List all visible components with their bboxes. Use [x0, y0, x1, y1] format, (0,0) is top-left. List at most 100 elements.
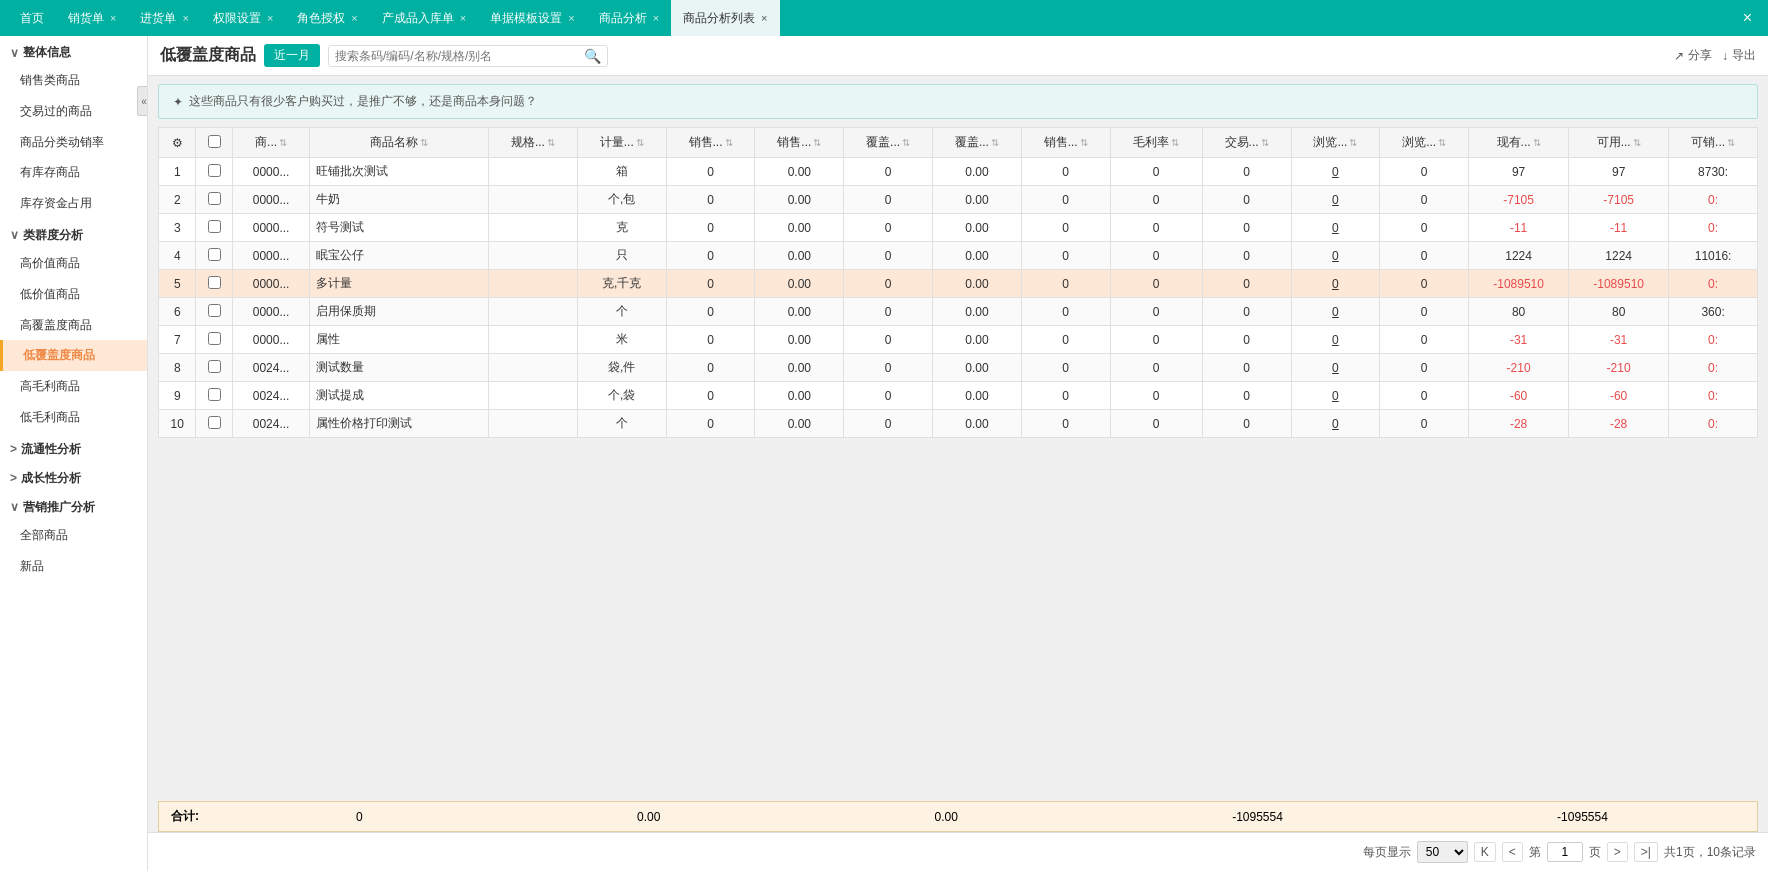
search-icon[interactable]: 🔍 [584, 48, 601, 64]
nav-item-purchase[interactable]: 进货单 × [128, 0, 200, 36]
row-browse1[interactable]: 0 [1291, 382, 1380, 410]
col-stock-cur[interactable]: 现有...⇅ [1469, 128, 1569, 158]
sidebar-item-stock-capital[interactable]: 库存资金占用 [0, 188, 147, 219]
sidebar-item-high-coverage[interactable]: 高覆盖度商品 [0, 310, 147, 341]
col-checkbox[interactable] [196, 128, 233, 158]
nav-item-permissions[interactable]: 权限设置 × [201, 0, 285, 36]
col-cover1[interactable]: 覆盖...⇅ [844, 128, 933, 158]
row-browse1[interactable]: 0 [1291, 214, 1380, 242]
col-stock-sale[interactable]: 可销...⇅ [1669, 128, 1758, 158]
browse-link[interactable]: 0 [1332, 389, 1339, 403]
nav-close-roles[interactable]: × [351, 12, 357, 24]
sidebar-item-high-profit[interactable]: 高毛利商品 [0, 371, 147, 402]
select-all-checkbox[interactable] [208, 135, 221, 148]
table-row[interactable]: 7 0000... 属性 米 0 0.00 0 0.00 0 0 0 0 0 -… [159, 326, 1758, 354]
table-row[interactable]: 4 0000... 眠宝公仔 只 0 0.00 0 0.00 0 0 0 0 0… [159, 242, 1758, 270]
last-page-button[interactable]: >| [1634, 842, 1658, 862]
first-page-button[interactable]: K [1474, 842, 1496, 862]
row-browse1[interactable]: 0 [1291, 326, 1380, 354]
row-browse1[interactable]: 0 [1291, 242, 1380, 270]
browse-link[interactable]: 0 [1332, 333, 1339, 347]
row-browse1[interactable]: 0 [1291, 270, 1380, 298]
col-browse2[interactable]: 浏览...⇅ [1380, 128, 1469, 158]
next-page-button[interactable]: > [1607, 842, 1628, 862]
table-row[interactable]: 3 0000... 符号测试 克 0 0.00 0 0.00 0 0 0 0 0… [159, 214, 1758, 242]
row-checkbox[interactable] [196, 242, 233, 270]
table-row[interactable]: 2 0000... 牛奶 个,包 0 0.00 0 0.00 0 0 0 0 0… [159, 186, 1758, 214]
sidebar-item-category-activity[interactable]: 商品分类动销率 [0, 127, 147, 158]
browse-link[interactable]: 0 [1332, 305, 1339, 319]
row-checkbox[interactable] [196, 382, 233, 410]
row-checkbox[interactable] [196, 326, 233, 354]
col-stock-avail[interactable]: 可用...⇅ [1569, 128, 1669, 158]
nav-close-production[interactable]: × [460, 12, 466, 24]
nav-close-template[interactable]: × [568, 12, 574, 24]
sidebar-group-flow[interactable]: > 流通性分析 [0, 433, 147, 462]
row-browse1[interactable]: 0 [1291, 186, 1380, 214]
sidebar-group-marketing[interactable]: ∨ 营销推广分析 [0, 491, 147, 520]
nav-item-roles[interactable]: 角色授权 × [285, 0, 369, 36]
col-spec[interactable]: 规格...⇅ [489, 128, 578, 158]
share-button[interactable]: ↗ 分享 [1674, 47, 1712, 64]
row-checkbox[interactable] [196, 410, 233, 438]
sidebar-item-sales-products[interactable]: 销售类商品 [0, 65, 147, 96]
sidebar-item-low-coverage[interactable]: 低覆盖度商品 [0, 340, 147, 371]
page-number-input[interactable] [1547, 842, 1583, 862]
col-sales3[interactable]: 销售...⇅ [1021, 128, 1110, 158]
col-sales-qty[interactable]: 销售...⇅ [666, 128, 755, 158]
sidebar-item-traded-products[interactable]: 交易过的商品 [0, 96, 147, 127]
row-checkbox[interactable] [196, 214, 233, 242]
row-checkbox[interactable] [196, 186, 233, 214]
col-gross[interactable]: 毛利率⇅ [1110, 128, 1202, 158]
table-row[interactable]: 9 0024... 测试提成 个,袋 0 0.00 0 0.00 0 0 0 0… [159, 382, 1758, 410]
browse-link[interactable]: 0 [1332, 361, 1339, 375]
col-cover2[interactable]: 覆盖...⇅ [933, 128, 1022, 158]
browse-link[interactable]: 0 [1332, 165, 1339, 179]
row-browse1[interactable]: 0 [1291, 354, 1380, 382]
browse-link[interactable]: 0 [1332, 221, 1339, 235]
sidebar-item-low-profit[interactable]: 低毛利商品 [0, 402, 147, 433]
table-row[interactable]: 5 0000... 多计量 克,千克 0 0.00 0 0.00 0 0 0 0… [159, 270, 1758, 298]
nav-close-permissions[interactable]: × [267, 12, 273, 24]
sidebar-item-high-value[interactable]: 高价值商品 [0, 248, 147, 279]
sidebar-item-new-products[interactable]: 新品 [0, 551, 147, 582]
browse-link[interactable]: 0 [1332, 193, 1339, 207]
nav-close-all[interactable]: × [1735, 9, 1760, 27]
col-unit[interactable]: 计量...⇅ [577, 128, 666, 158]
nav-item-product-analysis[interactable]: 商品分析 × [587, 0, 671, 36]
export-button[interactable]: ↓ 导出 [1722, 47, 1756, 64]
row-checkbox[interactable] [196, 158, 233, 186]
nav-item-template[interactable]: 单据模板设置 × [478, 0, 586, 36]
period-button[interactable]: 近一月 [264, 44, 320, 67]
browse-link[interactable]: 0 [1332, 417, 1339, 431]
browse-link[interactable]: 0 [1332, 249, 1339, 263]
col-name[interactable]: 商品名称⇅ [309, 128, 488, 158]
table-row[interactable]: 8 0024... 测试数量 袋,件 0 0.00 0 0.00 0 0 0 0… [159, 354, 1758, 382]
sidebar-group-overall[interactable]: ∨ 整体信息 [0, 36, 147, 65]
table-wrapper[interactable]: ⚙ 商...⇅ 商品名称⇅ 规格...⇅ 计量...⇅ 销售...⇅ 销售...… [148, 127, 1768, 801]
nav-close-analysis-list[interactable]: × [761, 12, 767, 24]
row-checkbox[interactable] [196, 354, 233, 382]
sidebar-item-stock-products[interactable]: 有库存商品 [0, 157, 147, 188]
row-browse1[interactable]: 0 [1291, 410, 1380, 438]
nav-close-sales[interactable]: × [110, 12, 116, 24]
col-trade[interactable]: 交易...⇅ [1202, 128, 1291, 158]
table-row[interactable]: 6 0000... 启用保质期 个 0 0.00 0 0.00 0 0 0 0 … [159, 298, 1758, 326]
nav-item-home[interactable]: 首页 [8, 0, 56, 36]
sidebar-collapse-button[interactable]: « [137, 86, 148, 116]
prev-page-button[interactable]: < [1502, 842, 1523, 862]
sidebar-group-growth[interactable]: > 成长性分析 [0, 462, 147, 491]
row-checkbox[interactable] [196, 270, 233, 298]
sidebar-group-cluster[interactable]: ∨ 类群度分析 [0, 219, 147, 248]
col-settings[interactable]: ⚙ [159, 128, 196, 158]
table-row[interactable]: 1 0000... 旺铺批次测试 箱 0 0.00 0 0.00 0 0 0 0… [159, 158, 1758, 186]
nav-item-sales[interactable]: 销货单 × [56, 0, 128, 36]
nav-item-analysis-list[interactable]: 商品分析列表 × [671, 0, 779, 36]
nav-close-purchase[interactable]: × [182, 12, 188, 24]
table-row[interactable]: 10 0024... 属性价格打印测试 个 0 0.00 0 0.00 0 0 … [159, 410, 1758, 438]
col-browse1[interactable]: 浏览...⇅ [1291, 128, 1380, 158]
nav-close-product-analysis[interactable]: × [653, 12, 659, 24]
per-page-select[interactable]: 50 20 100 200 [1417, 841, 1468, 863]
nav-item-production[interactable]: 产成品入库单 × [370, 0, 478, 36]
search-input[interactable] [335, 49, 584, 63]
